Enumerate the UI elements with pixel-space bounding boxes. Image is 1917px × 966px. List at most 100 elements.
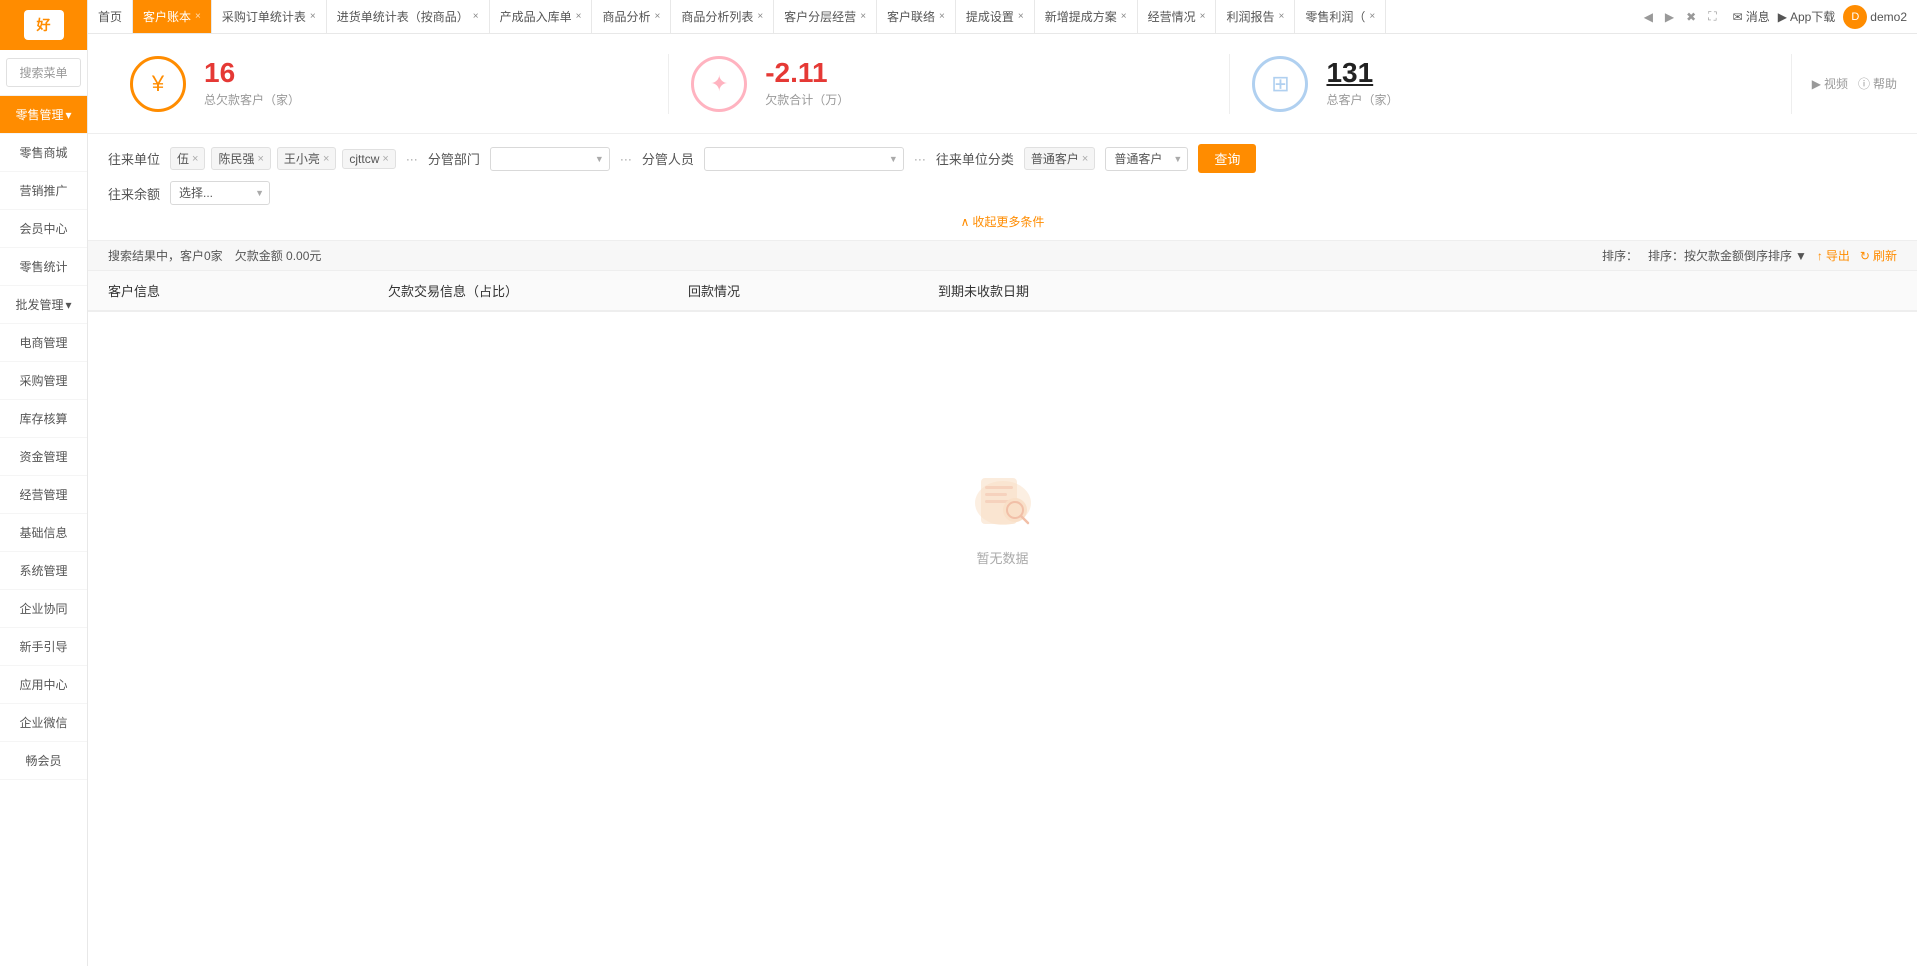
unit-tag-close[interactable]: × xyxy=(382,153,388,165)
sidebar-item-enterprise[interactable]: 企业协同 xyxy=(0,590,87,628)
header-stats: ¥ 16 总欠款客户（家） ✦ -2.11 欠款合计（万） ⊞ 131 总客户（… xyxy=(88,34,1917,134)
filter-row-2: 往来余额 选择... xyxy=(108,181,1897,205)
empty-icon xyxy=(963,458,1043,538)
refresh-button[interactable]: ↻ 刷新 xyxy=(1860,247,1897,264)
app-download-button[interactable]: ▶ App下载 xyxy=(1778,8,1836,25)
unit-tag[interactable]: 伍 × xyxy=(170,147,205,170)
nav-tab-operation-status[interactable]: 经营情况× xyxy=(1138,0,1217,33)
sidebar-item-operation[interactable]: 经营管理 xyxy=(0,476,87,514)
manager-more-button[interactable]: ··· xyxy=(914,152,926,166)
user-menu[interactable]: D demo2 xyxy=(1843,5,1907,29)
stat-icon-2: ✦ xyxy=(689,54,749,114)
nav-tab-close[interactable]: × xyxy=(654,11,660,22)
unit-tag-close[interactable]: × xyxy=(192,153,198,165)
unit-category-tag[interactable]: 普通客户 × xyxy=(1024,147,1095,170)
video-button[interactable]: ▶ 视频 xyxy=(1812,75,1848,92)
nav-tab-incoming-stat[interactable]: 进货单统计表（按商品） × xyxy=(327,0,490,33)
sidebar-item-newbie[interactable]: 新手引导 xyxy=(0,628,87,666)
dept-more-button[interactable]: ··· xyxy=(620,152,632,166)
help-button[interactable]: ⓘ 帮助 xyxy=(1858,75,1897,92)
nav-tab-purchase-order[interactable]: 采购订单统计表× xyxy=(212,0,327,33)
unit-category-select-wrap: 普通客户 xyxy=(1105,147,1188,171)
nav-collapse[interactable]: ✖ xyxy=(1680,10,1702,24)
sidebar-item-purchase[interactable]: 采购管理 xyxy=(0,362,87,400)
sidebar-item-retail-stat[interactable]: 零售统计 xyxy=(0,248,87,286)
unit-tag[interactable]: 王小亮 × xyxy=(277,147,336,170)
nav-tab-customer-segment[interactable]: 客户分层经营× xyxy=(774,0,877,33)
more-tags-button[interactable]: ··· xyxy=(406,152,418,166)
search-results-bar: 搜索结果中，客户0家 欠款金额 0.00元 排序： 排序：按欠款金额倒序排序 ▼… xyxy=(88,241,1917,271)
nav-tab-close[interactable]: × xyxy=(860,11,866,22)
nav-tab-commission-settings[interactable]: 提成设置× xyxy=(956,0,1035,33)
query-button[interactable]: 查询 xyxy=(1198,144,1256,173)
table-area: 客户信息 欠款交易信息（占比） 回款情况 到期未收款日期 xyxy=(88,271,1917,966)
nav-tab-close[interactable]: × xyxy=(310,11,316,22)
dept-select[interactable] xyxy=(490,147,610,171)
sidebar-item-finance[interactable]: 资金管理 xyxy=(0,438,87,476)
debt-total-value: -2.11 xyxy=(765,59,849,87)
unit-tag-close[interactable]: × xyxy=(323,153,329,165)
nav-tab-label: 零售利润（ xyxy=(1305,8,1365,25)
unit-tag[interactable]: cjttcw × xyxy=(342,149,395,169)
nav-tab-close[interactable]: × xyxy=(939,11,945,22)
nav-tab-close[interactable]: × xyxy=(576,11,582,22)
nav-tab-close[interactable]: × xyxy=(473,11,479,22)
message-button[interactable]: ✉ 消息 xyxy=(1733,8,1770,25)
nav-tab-new-commission[interactable]: 新增提成方案× xyxy=(1035,0,1138,33)
nav-tabs: 首页客户账本×采购订单统计表×进货单统计表（按商品）×产成品入库单×商品分析×商… xyxy=(88,0,1638,33)
sidebar-item-member[interactable]: 会员中心 xyxy=(0,210,87,248)
sidebar-item-appCenter[interactable]: 应用中心 xyxy=(0,666,87,704)
sort-select[interactable]: 排序：按欠款金额倒序排序 ▼ xyxy=(1648,247,1807,264)
nav-expand[interactable]: ⛶ xyxy=(1702,9,1722,24)
unit-filter-label: 往来单位 xyxy=(108,149,160,168)
nav-tab-close[interactable]: × xyxy=(1278,11,1284,22)
export-button[interactable]: ↑ 导出 xyxy=(1817,247,1850,264)
sidebar-item-retail-mall[interactable]: 零售商城 xyxy=(0,134,87,172)
nav-tab-close[interactable]: × xyxy=(195,11,201,22)
unit-tags: 伍 ×陈民强 ×王小亮 ×cjttcw × xyxy=(170,147,396,170)
col-customer-info: 客户信息 xyxy=(108,281,388,300)
sidebar-item-wholesale[interactable]: 批发管理 ▾ xyxy=(0,286,87,324)
unit-tag-label: 陈民强 xyxy=(218,150,254,167)
sidebar-item-system[interactable]: 系统管理 xyxy=(0,552,87,590)
nav-tab-retail-profit[interactable]: 零售利润（ × xyxy=(1295,0,1386,33)
sidebar-item-retail[interactable]: 零售管理 ▾ xyxy=(0,96,87,134)
nav-tab-goods-analysis-list[interactable]: 商品分析列表× xyxy=(671,0,774,33)
nav-tab-profit-report[interactable]: 利润报告 × xyxy=(1216,0,1295,33)
nav-tab-label: 利润报告 xyxy=(1226,8,1274,25)
sidebar-item-wechat[interactable]: 企业微信 xyxy=(0,704,87,742)
sidebar-item-vip[interactable]: 畅会员 xyxy=(0,742,87,780)
unit-tag[interactable]: 陈民强 × xyxy=(211,147,270,170)
balance-select[interactable]: 选择... xyxy=(170,181,270,205)
sidebar-search-section: 搜索菜单 xyxy=(0,50,87,96)
sidebar-item-marketing[interactable]: 营销推广 xyxy=(0,172,87,210)
stat-info-1: 16 总欠款客户（家） xyxy=(204,59,300,108)
nav-tab-label: 进货单统计表（按商品） xyxy=(337,8,469,25)
nav-scroll-left[interactable]: ◀ xyxy=(1638,10,1659,24)
unit-category-select[interactable]: 普通客户 xyxy=(1105,147,1188,171)
nav-tab-accounts[interactable]: 客户账本× xyxy=(133,0,212,33)
nav-tab-close[interactable]: × xyxy=(1018,11,1024,22)
sidebar-item-basic[interactable]: 基础信息 xyxy=(0,514,87,552)
collapse-button[interactable]: ∧ 收起更多条件 xyxy=(961,213,1045,230)
sidebar: 好 搜索菜单 零售管理 ▾零售商城营销推广会员中心零售统计批发管理 ▾电商管理采… xyxy=(0,0,88,966)
nav-tab-close[interactable]: × xyxy=(757,11,763,22)
sidebar-item-inventory[interactable]: 库存核算 xyxy=(0,400,87,438)
nav-tab-production[interactable]: 产成品入库单× xyxy=(490,0,593,33)
search-results-left: 搜索结果中，客户0家 欠款金额 0.00元 xyxy=(108,247,321,264)
nav-tab-close[interactable]: × xyxy=(1121,11,1127,22)
manager-select[interactable] xyxy=(704,147,904,171)
debt-customer-count: 16 xyxy=(204,59,300,87)
unit-category-tag-close[interactable]: × xyxy=(1082,153,1088,165)
dept-filter-label: 分管部门 xyxy=(428,149,480,168)
sidebar-item-ecommerce[interactable]: 电商管理 xyxy=(0,324,87,362)
nav-tab-home[interactable]: 首页 xyxy=(88,0,133,33)
table-body: 暂无数据 xyxy=(88,312,1917,712)
nav-tab-goods-analysis[interactable]: 商品分析× xyxy=(592,0,671,33)
unit-tag-close[interactable]: × xyxy=(257,153,263,165)
nav-tab-close[interactable]: × xyxy=(1200,11,1206,22)
nav-tab-customer-contact[interactable]: 客户联络× xyxy=(877,0,956,33)
nav-scroll-right[interactable]: ▶ xyxy=(1659,10,1680,24)
nav-tab-close[interactable]: × xyxy=(1369,11,1375,22)
search-menu-button[interactable]: 搜索菜单 xyxy=(6,58,81,87)
